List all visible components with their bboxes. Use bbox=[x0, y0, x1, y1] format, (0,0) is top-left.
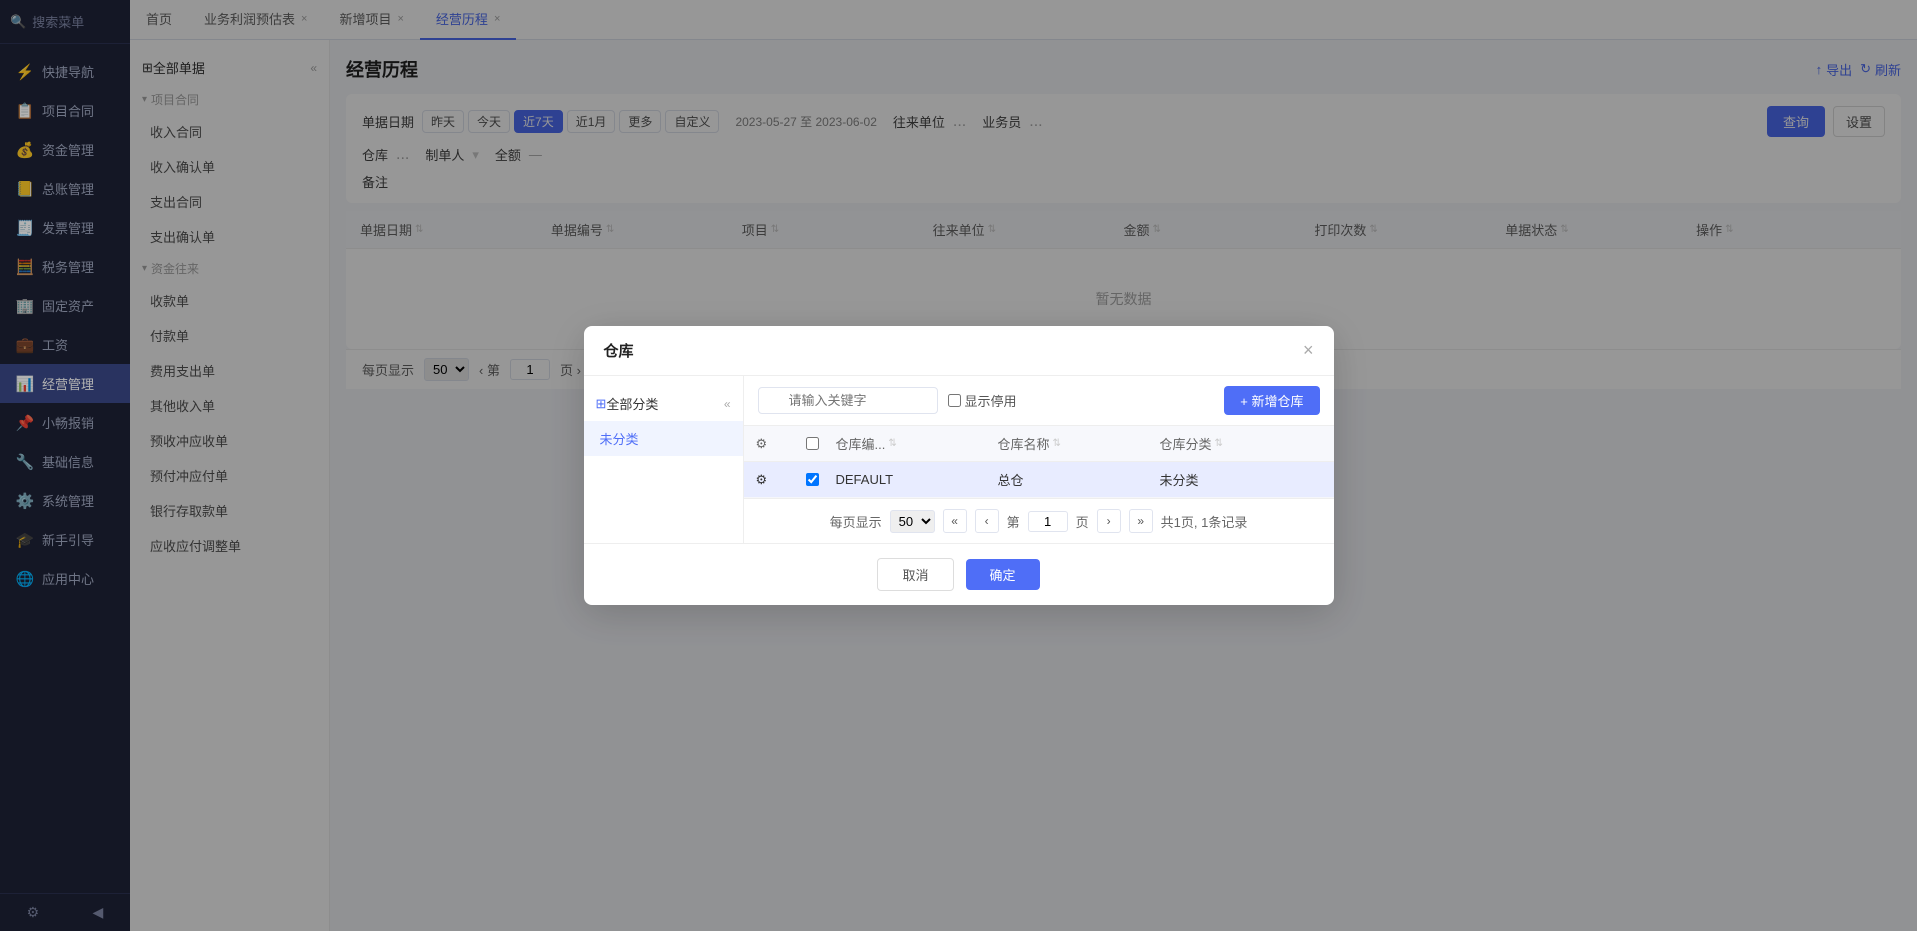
sort-name-icon: ⇅ bbox=[1053, 438, 1061, 449]
pager-last-btn[interactable]: » bbox=[1129, 509, 1153, 533]
row-checkbox[interactable] bbox=[806, 473, 819, 486]
modal-toolbar: 🔍 显示停用 + 新增仓库 bbox=[744, 376, 1334, 426]
pager-page-unit: 页 bbox=[1076, 512, 1089, 531]
modal-left-panel: ⊞ 全部分类 « 未分类 bbox=[584, 376, 744, 543]
modal-table-header: ⚙ 仓库编... ⇅ 仓库名称 ⇅ bbox=[744, 426, 1334, 462]
warehouse-modal: 仓库 × ⊞ 全部分类 « 未分类 🔍 bbox=[584, 326, 1334, 605]
th-name: 仓库名称 ⇅ bbox=[998, 434, 1160, 453]
modal-pager: 每页显示 50 « ‹ 第 页 › » 共1页, 1条记录 bbox=[744, 498, 1334, 543]
all-categories-icon: ⊞ bbox=[596, 396, 607, 412]
select-all-checkbox[interactable] bbox=[806, 437, 819, 450]
pager-page-label: 第 bbox=[1007, 512, 1020, 531]
pager-total-info: 共1页, 1条记录 bbox=[1161, 512, 1248, 531]
sort-category-icon: ⇅ bbox=[1215, 438, 1223, 449]
th-settings: ⚙ bbox=[756, 436, 806, 452]
pager-prev-btn[interactable]: ‹ bbox=[975, 509, 999, 533]
modal-page-input[interactable] bbox=[1028, 511, 1068, 532]
modal-body: ⊞ 全部分类 « 未分类 🔍 显示停用 bbox=[584, 376, 1334, 543]
sort-code-icon: ⇅ bbox=[888, 438, 896, 449]
show-disabled-label: 显示停用 bbox=[965, 391, 1017, 410]
th-category: 仓库分类 ⇅ bbox=[1160, 434, 1322, 453]
modal-table-body: ⚙ DEFAULT 总仓 未分类 bbox=[744, 462, 1334, 498]
show-disabled-checkbox[interactable]: 显示停用 bbox=[948, 391, 1017, 410]
modal-left-collapse[interactable]: « bbox=[724, 397, 731, 411]
row-settings: ⚙ bbox=[756, 472, 806, 488]
row-check[interactable] bbox=[806, 473, 836, 486]
modal-footer-actions: 取消 确定 bbox=[584, 543, 1334, 605]
th-code: 仓库编... ⇅ bbox=[836, 434, 998, 453]
settings-col-icon: ⚙ bbox=[756, 436, 768, 452]
row-code: DEFAULT bbox=[836, 472, 998, 487]
modal-left-items: 未分类 bbox=[584, 421, 743, 456]
modal-overlay: 仓库 × ⊞ 全部分类 « 未分类 🔍 bbox=[0, 0, 1917, 931]
modal-per-page-select[interactable]: 50 bbox=[890, 510, 935, 533]
th-check bbox=[806, 437, 836, 450]
modal-header: 仓库 × bbox=[584, 326, 1334, 376]
modal-table: ⚙ 仓库编... ⇅ 仓库名称 ⇅ bbox=[744, 426, 1334, 498]
search-wrapper: 🔍 bbox=[758, 387, 938, 414]
confirm-btn[interactable]: 确定 bbox=[966, 559, 1040, 590]
row-settings-icon: ⚙ bbox=[756, 472, 768, 488]
pager-first-btn[interactable]: « bbox=[943, 509, 967, 533]
modal-per-page-label: 每页显示 bbox=[830, 512, 882, 531]
modal-right-panel: 🔍 显示停用 + 新增仓库 ⚙ bbox=[744, 376, 1334, 543]
add-warehouse-btn[interactable]: + 新增仓库 bbox=[1224, 386, 1319, 415]
all-categories-label[interactable]: 全部分类 bbox=[606, 394, 658, 413]
modal-title: 仓库 bbox=[604, 340, 634, 361]
modal-close-btn[interactable]: × bbox=[1303, 340, 1314, 361]
disabled-checkbox-input[interactable] bbox=[948, 394, 961, 407]
modal-left-item-未分类[interactable]: 未分类 bbox=[584, 421, 743, 456]
modal-left-header: ⊞ 全部分类 « bbox=[584, 386, 743, 421]
modal-table-row[interactable]: ⚙ DEFAULT 总仓 未分类 bbox=[744, 462, 1334, 498]
row-category: 未分类 bbox=[1160, 470, 1322, 489]
pager-next-btn[interactable]: › bbox=[1097, 509, 1121, 533]
cancel-btn[interactable]: 取消 bbox=[877, 558, 953, 591]
row-name: 总仓 bbox=[998, 470, 1160, 489]
warehouse-search-input[interactable] bbox=[758, 387, 938, 414]
